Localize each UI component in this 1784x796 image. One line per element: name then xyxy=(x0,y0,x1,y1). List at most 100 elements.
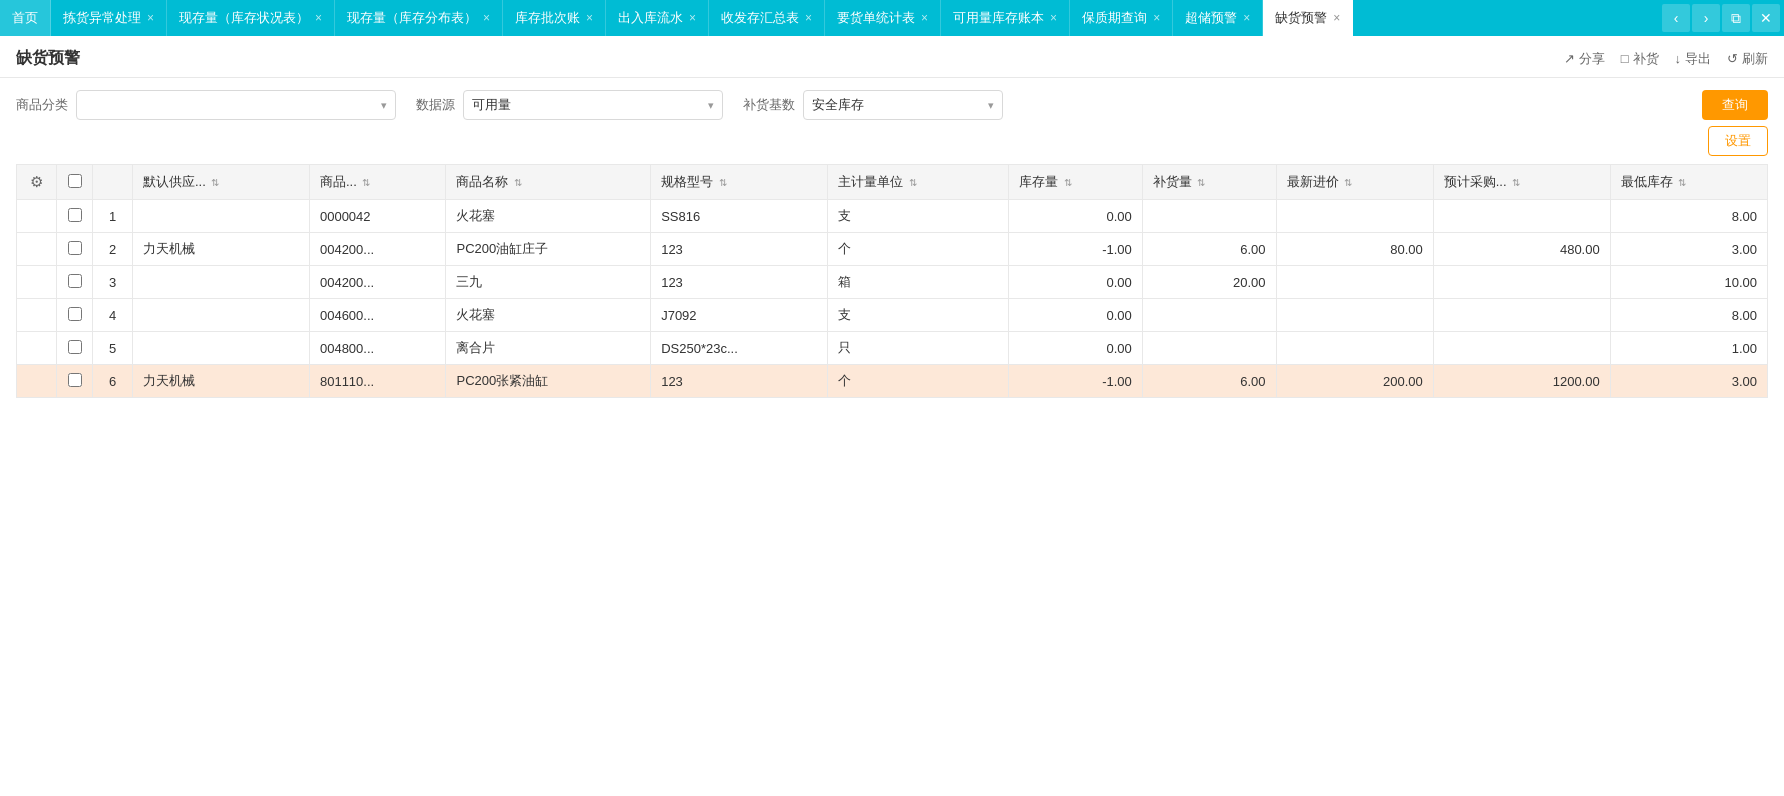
replenish-button[interactable]: □ 补货 xyxy=(1621,50,1659,68)
refresh-button[interactable]: ↺ 刷新 xyxy=(1727,50,1768,68)
row-settings-cell xyxy=(17,266,57,299)
close-icon[interactable]: × xyxy=(586,11,593,25)
row-checkbox[interactable] xyxy=(68,307,82,321)
col-unit-header[interactable]: 主计量单位 ⇅ xyxy=(828,165,1009,200)
row-name-cell: PC200油缸庄子 xyxy=(446,233,651,266)
chevron-down-icon: ▾ xyxy=(708,99,714,112)
tab-stock1[interactable]: 现存量（库存状况表） × xyxy=(167,0,335,36)
sort-icon: ⇅ xyxy=(1344,177,1352,188)
row-checkbox[interactable] xyxy=(68,241,82,255)
row-est-purchase-cell: 1200.00 xyxy=(1433,365,1610,398)
close-icon[interactable]: × xyxy=(805,11,812,25)
col-checkbox-header[interactable] xyxy=(57,165,93,200)
nav-close-button[interactable]: ✕ xyxy=(1752,4,1780,32)
datasource-value: 可用量 xyxy=(472,96,511,114)
category-select[interactable]: ▾ xyxy=(76,90,396,120)
row-unit-cell: 支 xyxy=(828,200,1009,233)
table-row: 6 力天机械 801110... PC200张紧油缸 123 个 -1.00 6… xyxy=(17,365,1768,398)
col-unit-label: 主计量单位 xyxy=(838,174,903,189)
query-button[interactable]: 查询 xyxy=(1702,90,1768,120)
sort-icon: ⇅ xyxy=(719,177,727,188)
tab-available-label: 可用量库存账本 xyxy=(953,9,1044,27)
col-name-header[interactable]: 商品名称 ⇅ xyxy=(446,165,651,200)
row-checkbox[interactable] xyxy=(68,208,82,222)
row-latest-price-cell xyxy=(1276,299,1433,332)
row-latest-price-cell xyxy=(1276,332,1433,365)
row-settings-cell xyxy=(17,332,57,365)
tab-picking[interactable]: 拣货异常处理 × xyxy=(51,0,167,36)
close-icon[interactable]: × xyxy=(147,11,154,25)
table-row: 5 004800... 离合片 DS250*23c... 只 0.00 1.00 xyxy=(17,332,1768,365)
row-code-cell: 004800... xyxy=(309,332,446,365)
select-all-checkbox[interactable] xyxy=(68,174,82,188)
col-code-label: 商品... xyxy=(320,174,357,189)
nav-restore-button[interactable]: ⧉ xyxy=(1722,4,1750,32)
row-checkbox-cell[interactable] xyxy=(57,200,93,233)
table-container: ⚙ 默认供应... ⇅ 商品... ⇅ 商品名称 xyxy=(0,164,1784,398)
tab-overstock[interactable]: 超储预警 × xyxy=(1173,0,1263,36)
col-stock-header[interactable]: 库存量 ⇅ xyxy=(1009,165,1143,200)
tab-stock2[interactable]: 现存量（库存分布表） × xyxy=(335,0,503,36)
row-unit-cell: 个 xyxy=(828,365,1009,398)
tab-flow[interactable]: 出入库流水 × xyxy=(606,0,709,36)
category-label: 商品分类 xyxy=(16,96,68,114)
row-spec-cell: DS250*23c... xyxy=(651,332,828,365)
col-spec-header[interactable]: 规格型号 ⇅ xyxy=(651,165,828,200)
export-button[interactable]: ↓ 导出 xyxy=(1675,50,1712,68)
row-latest-price-cell xyxy=(1276,200,1433,233)
close-icon[interactable]: × xyxy=(1153,11,1160,25)
close-icon[interactable]: × xyxy=(315,11,322,25)
row-settings-cell xyxy=(17,233,57,266)
col-latest-price-label: 最新进价 xyxy=(1287,174,1339,189)
row-checkbox-cell[interactable] xyxy=(57,365,93,398)
setting-button[interactable]: 设置 xyxy=(1708,126,1768,156)
col-stock-label: 库存量 xyxy=(1019,174,1058,189)
col-settings-header[interactable]: ⚙ xyxy=(17,165,57,200)
row-code-cell: 801110... xyxy=(309,365,446,398)
row-checkbox-cell[interactable] xyxy=(57,266,93,299)
close-icon[interactable]: × xyxy=(1243,11,1250,25)
row-checkbox-cell[interactable] xyxy=(57,332,93,365)
tab-shortage[interactable]: 缺货预警 × xyxy=(1263,0,1353,36)
tab-summary[interactable]: 收发存汇总表 × xyxy=(709,0,825,36)
row-latest-price-cell: 80.00 xyxy=(1276,233,1433,266)
row-replenish-cell xyxy=(1142,200,1276,233)
row-replenish-cell xyxy=(1142,299,1276,332)
close-icon[interactable]: × xyxy=(689,11,696,25)
sort-icon: ⇅ xyxy=(211,177,219,188)
tab-expiry[interactable]: 保质期查询 × xyxy=(1070,0,1173,36)
row-checkbox[interactable] xyxy=(68,373,82,387)
tab-flow-label: 出入库流水 xyxy=(618,9,683,27)
tab-stock1-label: 现存量（库存状况表） xyxy=(179,9,309,27)
row-checkbox[interactable] xyxy=(68,340,82,354)
col-code-header[interactable]: 商品... ⇅ xyxy=(309,165,446,200)
row-index-cell: 2 xyxy=(93,233,133,266)
close-icon[interactable]: × xyxy=(921,11,928,25)
row-spec-cell: 123 xyxy=(651,365,828,398)
row-checkbox-cell[interactable] xyxy=(57,233,93,266)
row-checkbox[interactable] xyxy=(68,274,82,288)
col-supplier-header[interactable]: 默认供应... ⇅ xyxy=(133,165,310,200)
sort-icon: ⇅ xyxy=(362,177,370,188)
col-min-stock-header[interactable]: 最低库存 ⇅ xyxy=(1610,165,1767,200)
col-est-purchase-header[interactable]: 预计采购... ⇅ xyxy=(1433,165,1610,200)
tab-batch-label: 库存批次账 xyxy=(515,9,580,27)
close-icon[interactable]: × xyxy=(1050,11,1057,25)
chevron-down-icon: ▾ xyxy=(988,99,994,112)
close-icon[interactable]: × xyxy=(1333,11,1340,25)
datasource-select[interactable]: 可用量 ▾ xyxy=(463,90,723,120)
tab-requisition[interactable]: 要货单统计表 × xyxy=(825,0,941,36)
share-button[interactable]: ↗ 分享 xyxy=(1564,50,1605,68)
table-row: 1 0000042 火花塞 SS816 支 0.00 8.00 xyxy=(17,200,1768,233)
close-icon[interactable]: × xyxy=(483,11,490,25)
replenish-base-select[interactable]: 安全库存 ▾ xyxy=(803,90,1003,120)
gear-icon[interactable]: ⚙ xyxy=(30,173,43,191)
nav-prev-button[interactable]: ‹ xyxy=(1662,4,1690,32)
row-checkbox-cell[interactable] xyxy=(57,299,93,332)
nav-next-button[interactable]: › xyxy=(1692,4,1720,32)
tab-home[interactable]: 首页 xyxy=(0,0,51,36)
tab-available[interactable]: 可用量库存账本 × xyxy=(941,0,1070,36)
col-replenish-header[interactable]: 补货量 ⇅ xyxy=(1142,165,1276,200)
tab-batch[interactable]: 库存批次账 × xyxy=(503,0,606,36)
col-latest-price-header[interactable]: 最新进价 ⇅ xyxy=(1276,165,1433,200)
